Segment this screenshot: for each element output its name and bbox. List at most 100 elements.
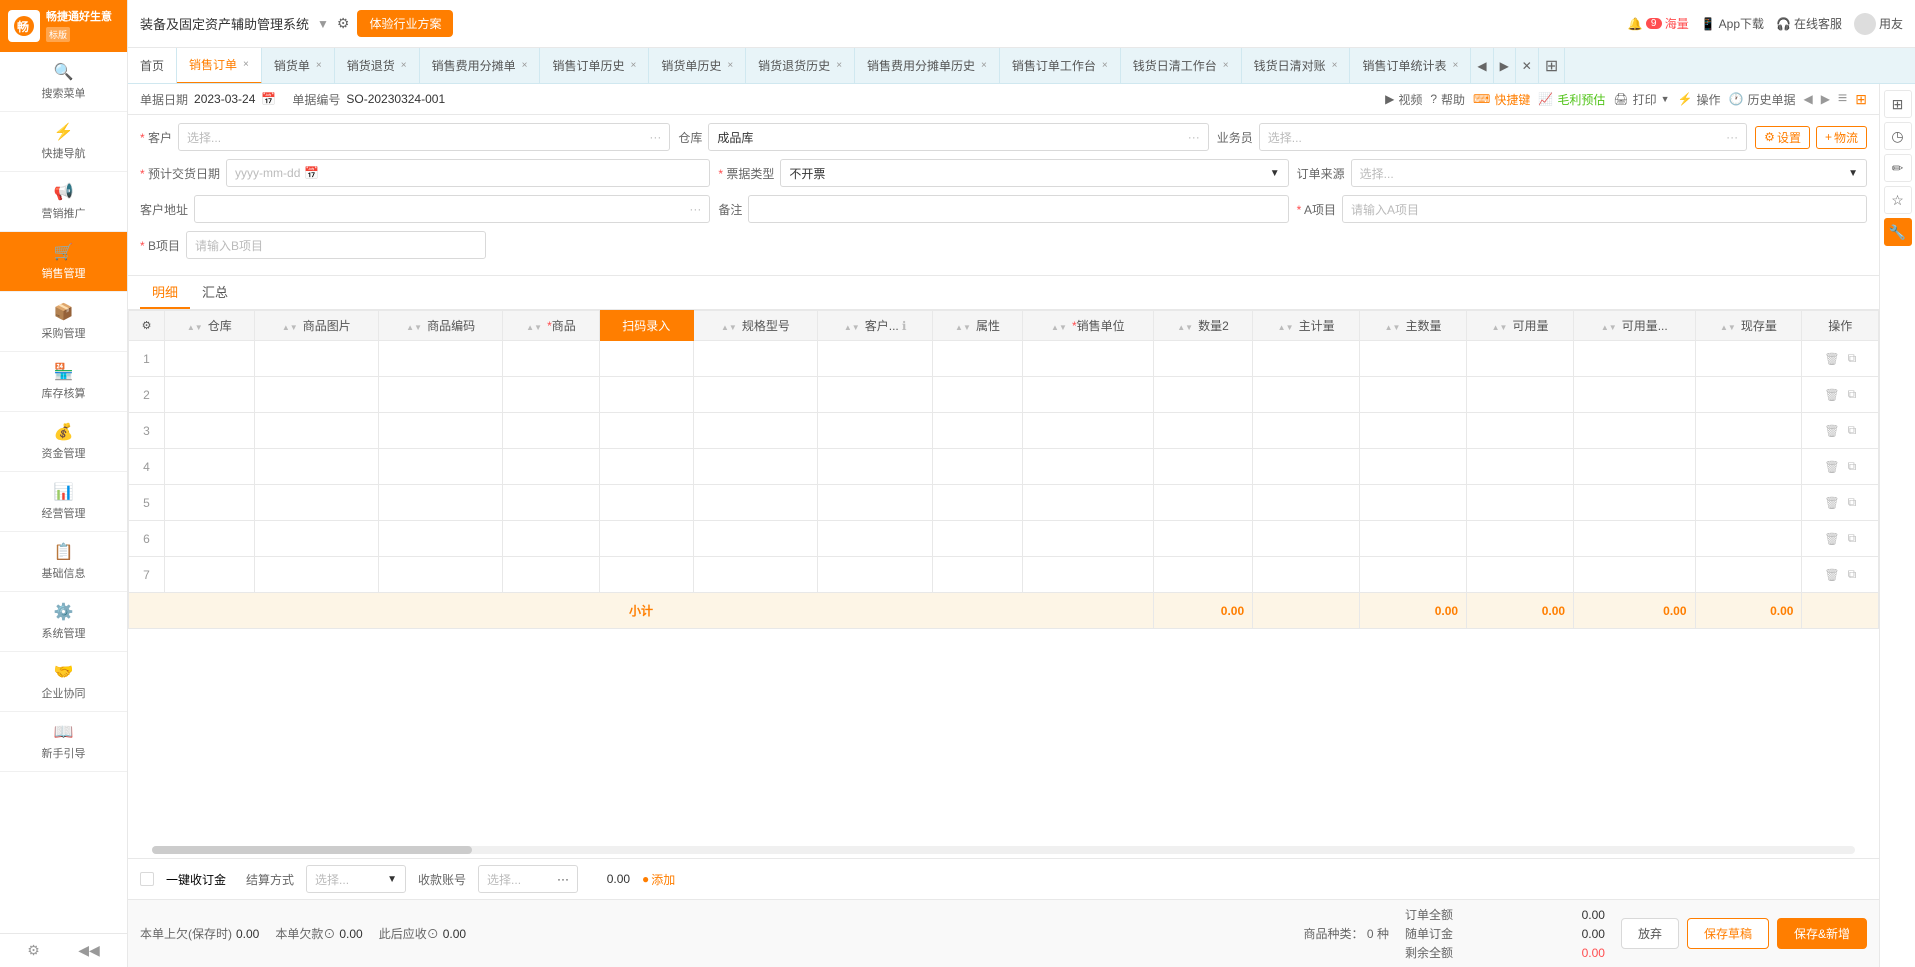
notifications-btn[interactable]: 🔔 9 海量 [1628, 15, 1689, 32]
history-btn[interactable]: 🕐 历史单据 [1728, 91, 1795, 108]
tab-expense-split[interactable]: 销售费用分摊单 × [420, 48, 541, 84]
available-cell[interactable] [1467, 341, 1574, 377]
print-btn[interactable]: 🖨 打印 ▼ [1613, 91, 1669, 108]
grid-view-btn[interactable]: ⊞ [1855, 91, 1867, 108]
profit-btn[interactable]: 📈 毛利预估 [1538, 91, 1605, 108]
code-cell[interactable] [378, 341, 502, 377]
delete-row-icon[interactable]: 🗑 [1824, 352, 1839, 366]
right-tool-btn[interactable]: 🔧 [1884, 218, 1912, 246]
delete-row-icon[interactable]: 🗑 [1824, 496, 1839, 510]
sidebar-item-marketing[interactable]: 📢 营销推广 [0, 172, 127, 232]
solution-btn[interactable]: 体验行业方案 [357, 10, 453, 37]
tab-summary[interactable]: 汇总 [190, 276, 240, 309]
th-spec[interactable]: ▲▼ 规格型号 [693, 311, 817, 341]
th-attribute[interactable]: ▲▼ 属性 [933, 311, 1023, 341]
customer-address-input[interactable]: ··· [194, 195, 710, 223]
date-value[interactable]: 2023-03-24 [194, 92, 255, 106]
list-view-btn[interactable]: ≡ [1838, 90, 1847, 108]
copy-row-icon[interactable]: ⧉ [1848, 351, 1857, 366]
tab-close-icon[interactable]: × [1102, 60, 1108, 71]
address-dots-icon[interactable]: ··· [689, 202, 701, 216]
notes-input[interactable] [748, 195, 1288, 223]
tab-expand-btn[interactable]: ⊞ [1539, 48, 1565, 84]
tab-home[interactable]: 首页 [128, 48, 177, 84]
tab-return[interactable]: 销货退货 × [335, 48, 420, 84]
th-unit[interactable]: ▲▼ *销售单位 [1022, 311, 1153, 341]
unit-cell[interactable] [1022, 341, 1153, 377]
right-history-btn[interactable]: ◷ [1884, 122, 1912, 150]
copy-row-icon[interactable]: ⧉ [1848, 567, 1857, 582]
account-select[interactable]: 选择... ··· [478, 865, 578, 893]
th-main-qty[interactable]: ▲▼ 主数量 [1360, 311, 1467, 341]
right-star-btn[interactable]: ☆ [1884, 186, 1912, 214]
delete-row-icon[interactable]: 🗑 [1824, 460, 1839, 474]
horizontal-scrollbar[interactable] [152, 846, 1855, 854]
sidebar-item-purchase[interactable]: 📦 采购管理 [0, 292, 127, 352]
th-code[interactable]: ▲▼ 商品编码 [378, 311, 502, 341]
collapse-btn[interactable]: ◀◀ [78, 942, 100, 959]
copy-row-icon[interactable]: ⧉ [1848, 531, 1857, 546]
delivery-date-input[interactable]: yyyy-mm-dd 📅 [226, 159, 710, 187]
th-stock[interactable]: ▲▼ 现存量 [1695, 311, 1802, 341]
ops-btn[interactable]: ⚡ 操作 [1678, 91, 1721, 108]
copy-row-icon[interactable]: ⧉ [1848, 423, 1857, 438]
tab-close-icon[interactable]: × [1223, 60, 1229, 71]
tab-close-all-btn[interactable]: ✕ [1516, 48, 1539, 84]
right-edit-btn[interactable]: ✏ [1884, 154, 1912, 182]
sidebar-item-guide[interactable]: 📖 新手引导 [0, 712, 127, 772]
attribute-cell[interactable] [933, 341, 1023, 377]
delete-row-icon[interactable]: 🗑 [1824, 424, 1839, 438]
add-item-btn[interactable]: + 物流 [1816, 126, 1867, 149]
delete-row-icon[interactable]: 🗑 [1824, 388, 1839, 402]
project-b-input[interactable]: 请输入B项目 [186, 231, 486, 259]
sidebar-item-quick-nav[interactable]: ⚡ 快捷导航 [0, 112, 127, 172]
help-btn[interactable]: ? 帮助 [1430, 91, 1465, 108]
settings-icon[interactable]: ⚙ [337, 15, 350, 32]
prev-record-btn[interactable]: ◀ [1803, 92, 1812, 106]
settings-panel-btn[interactable]: ⚙ 放弃 设置 [1755, 126, 1810, 149]
shortcut-btn[interactable]: ⌨ 快捷键 [1473, 91, 1530, 108]
tab-stats[interactable]: 销售订单统计表 × [1350, 48, 1471, 84]
tab-close-icon[interactable]: × [316, 60, 322, 71]
tab-close-icon[interactable]: × [836, 60, 842, 71]
tab-cash-workbench[interactable]: 钱货日清工作台 × [1121, 48, 1242, 84]
th-product[interactable]: ▲▼ *商品 [503, 311, 599, 341]
warehouse-dots-icon[interactable]: ··· [1188, 130, 1200, 144]
tab-reconcile[interactable]: 钱货日清对账 × [1242, 48, 1351, 84]
sidebar-item-business[interactable]: 📊 经营管理 [0, 472, 127, 532]
th-available[interactable]: ▲▼ 可用量 [1467, 311, 1574, 341]
tab-close-icon[interactable]: × [1332, 60, 1338, 71]
auto-checkout-checkbox[interactable] [140, 872, 154, 886]
online-service-btn[interactable]: 🎧 在线客服 [1776, 15, 1842, 32]
video-btn[interactable]: ▶ 视频 [1385, 91, 1422, 108]
tab-close-icon[interactable]: × [522, 60, 528, 71]
barcode-cell[interactable] [599, 341, 693, 377]
sidebar-item-base-info[interactable]: 📋 基础信息 [0, 532, 127, 592]
delete-row-icon[interactable]: 🗑 [1824, 568, 1839, 582]
warehouse-cell[interactable] [165, 341, 255, 377]
customer-input[interactable]: 选择... ··· [178, 123, 670, 151]
sidebar-item-search[interactable]: 🔍 搜索菜单 [0, 52, 127, 112]
tab-close-icon[interactable]: × [727, 60, 733, 71]
customer-code-cell[interactable] [818, 341, 933, 377]
sidebar-item-inventory[interactable]: 🏪 库存核算 [0, 352, 127, 412]
tab-detail[interactable]: 明细 [140, 276, 190, 309]
copy-row-icon[interactable]: ⧉ [1848, 495, 1857, 510]
tab-close-icon[interactable]: × [981, 60, 987, 71]
main-unit-cell[interactable] [1253, 341, 1360, 377]
available2-cell[interactable] [1574, 341, 1695, 377]
qty2-cell[interactable] [1153, 341, 1252, 377]
goods-count[interactable]: 商品种类： 0 种 [1304, 925, 1389, 942]
tab-prev-btn[interactable]: ◀ [1471, 48, 1493, 84]
settings-btn[interactable]: ⚙ [27, 942, 40, 959]
sidebar-item-enterprise[interactable]: 🤝 企业协同 [0, 652, 127, 712]
payment-amount[interactable]: 0.00 [590, 872, 630, 886]
tab-return-history[interactable]: 销货退货历史 × [746, 48, 855, 84]
next-record-btn[interactable]: ▶ [1821, 92, 1830, 106]
calendar-icon[interactable]: 📅 [261, 92, 276, 106]
tab-bill-history[interactable]: 销货单历史 × [649, 48, 746, 84]
add-payment-btn[interactable]: ● 添加 [642, 871, 675, 888]
sidebar-item-finance[interactable]: 💰 资金管理 [0, 412, 127, 472]
tab-sales-order[interactable]: 销售订单 × [177, 48, 262, 84]
th-qty2[interactable]: ▲▼ 数量2 [1153, 311, 1252, 341]
